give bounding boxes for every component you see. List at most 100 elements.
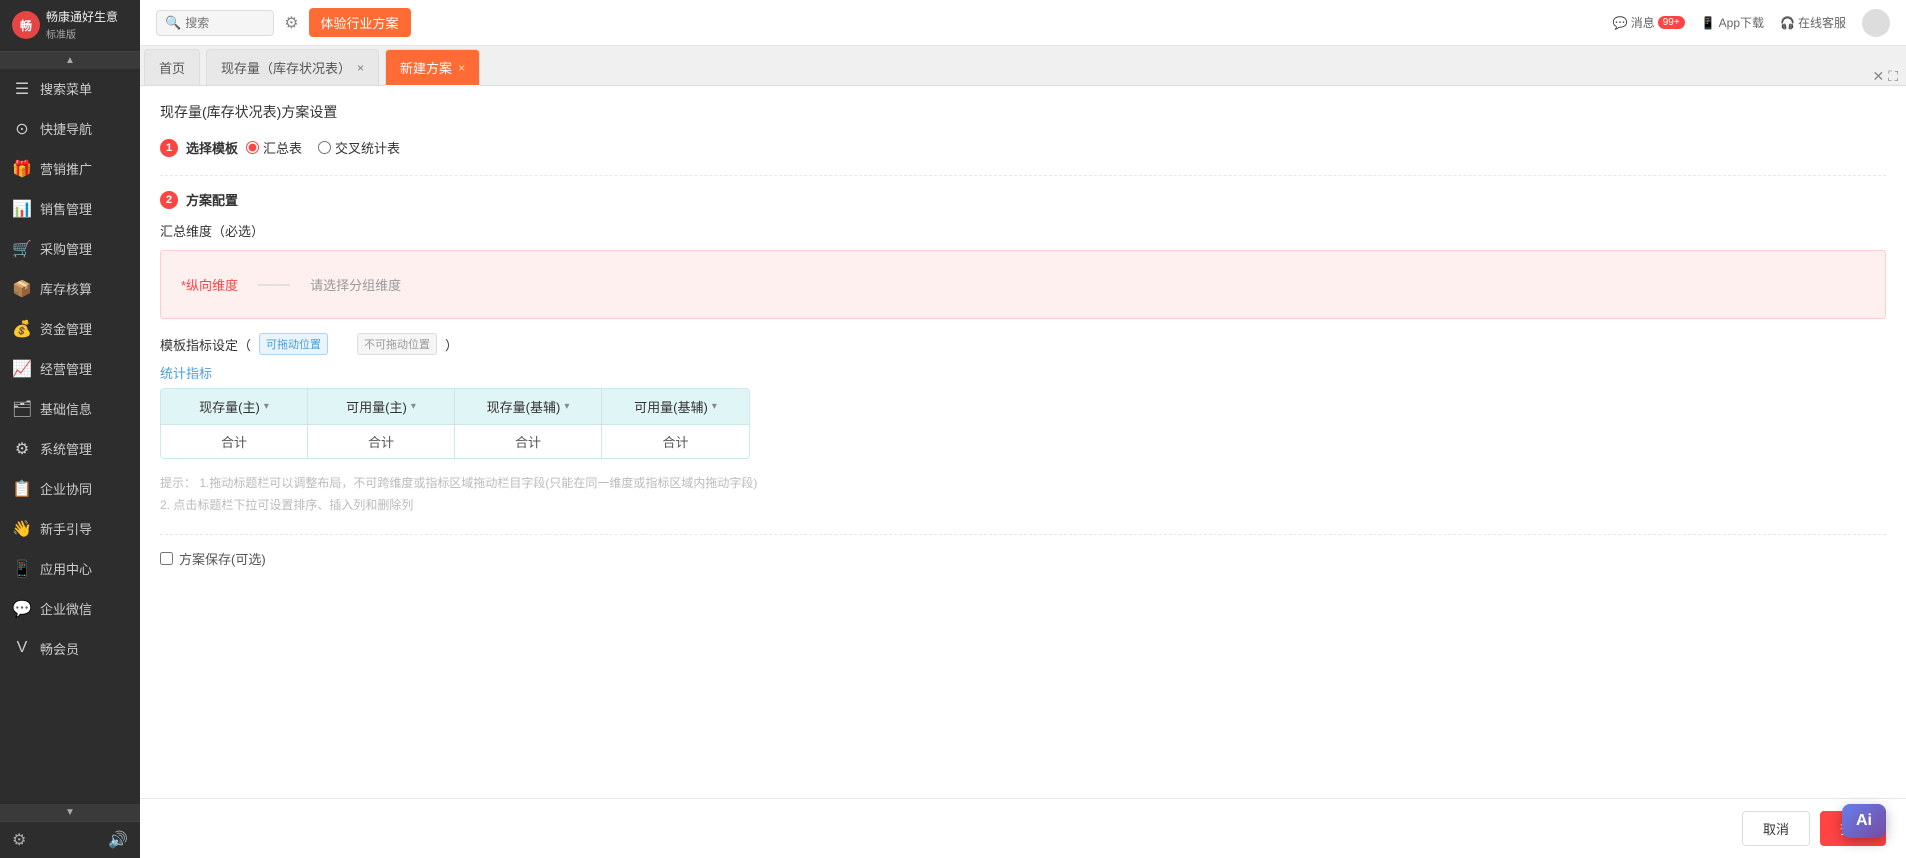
expand-panel-button[interactable]: ⛶: [1888, 68, 1898, 85]
tab-close-icon[interactable]: ×: [458, 61, 465, 75]
app-download-icon: 📱: [1701, 16, 1716, 30]
radio-cross[interactable]: 交叉统计表: [318, 138, 400, 157]
col-header-3[interactable]: 可用量(基辅) ▾: [602, 389, 749, 424]
sidebar-item-purchase[interactable]: 🛒 采购管理: [0, 229, 140, 269]
stats-table: 现存量(主) ▾ 可用量(主) ▾ 现存量(基辅) ▾: [160, 388, 750, 459]
col-sub-3: 合计: [602, 424, 749, 458]
col-header-1[interactable]: 可用量(主) ▾: [308, 389, 455, 424]
sidebar-item-label: 快捷导航: [40, 119, 92, 138]
sidebar-item-marketing[interactable]: 🎁 营销推广: [0, 149, 140, 189]
tip-2: 2. 点击标题栏下拉可设置排序、插入列和删除列: [160, 495, 1886, 517]
avatar[interactable]: [1862, 9, 1890, 37]
new-guide-icon: 👋: [12, 519, 32, 539]
sidebar-item-label: 企业协同: [40, 479, 92, 498]
summary-dim-title: 汇总维度（必选）: [160, 221, 1886, 240]
headset-icon: 🎧: [1780, 16, 1795, 30]
dimension-area[interactable]: *纵向维度 —— 请选择分组维度: [160, 250, 1886, 319]
purchase-icon: 🛒: [12, 239, 32, 259]
sidebar-item-membership[interactable]: V 畅会员: [0, 629, 140, 668]
app-name: 畅康通好生意: [46, 10, 118, 26]
sidebar: 畅 畅康通好生意 标准版 ▲ ☰ 搜索菜单 ⊙ 快捷导航 🎁 营销推广 📊 销售…: [0, 0, 140, 858]
col-label-2: 现存量(基辅): [487, 397, 561, 416]
marketing-icon: 🎁: [12, 159, 32, 179]
tab-close-icon[interactable]: ×: [357, 61, 364, 75]
cancel-button[interactable]: 取消: [1742, 811, 1810, 846]
app-version: 标准版: [46, 26, 118, 41]
sidebar-item-label: 基础信息: [40, 399, 92, 418]
tip-1: 提示： 1.拖动标题栏可以调整布局，不可跨维度或指标区域拖动栏目字段(只能在同一…: [160, 473, 1886, 495]
draggable-badge: 可拖动位置: [259, 333, 328, 355]
stats-table-body: 合计 合计 合计 合计: [161, 424, 749, 458]
radio-summary-label: 汇总表: [263, 138, 302, 157]
ai-float-button[interactable]: Ai: [1842, 804, 1886, 838]
message-icon: 💬: [1613, 16, 1628, 30]
sidebar-item-label: 新手引导: [40, 519, 92, 538]
sidebar-item-label: 营销推广: [40, 159, 92, 178]
app-center-icon: 📱: [12, 559, 32, 579]
vertical-dim-label: *纵向维度: [181, 275, 238, 294]
sidebar-item-label: 应用中心: [40, 559, 92, 578]
radio-cross-label: 交叉统计表: [335, 138, 400, 157]
col-sub-0: 合计: [161, 424, 308, 458]
sidebar-scroll-up[interactable]: ▲: [0, 52, 140, 69]
tab-inventory[interactable]: 现存量（库存状况表） ×: [206, 49, 379, 85]
sidebar-item-label: 采购管理: [40, 239, 92, 258]
sidebar-item-basic-info[interactable]: 🗂 基础信息: [0, 389, 140, 429]
finance-icon: 💰: [12, 319, 32, 339]
trial-button[interactable]: 体验行业方案: [309, 8, 411, 37]
indicator-separator: [336, 335, 349, 354]
sidebar-item-wechat[interactable]: 💬 企业微信: [0, 589, 140, 629]
tab-label: 现存量（库存状况表）: [221, 58, 351, 77]
tab-new-scheme[interactable]: 新建方案 ×: [385, 49, 480, 86]
stats-section: 统计指标 现存量(主) ▾ 可用量(主) ▾: [160, 363, 1886, 459]
step2-section: 2 方案配置 汇总维度（必选） *纵向维度 —— 请选择分组维度 模板指标设定（: [160, 190, 1886, 516]
radio-summary[interactable]: 汇总表: [246, 138, 302, 157]
message-count: 99+: [1658, 16, 1685, 29]
col-label-0: 现存量(主): [199, 397, 260, 416]
col-header-2[interactable]: 现存量(基辅) ▾: [455, 389, 602, 424]
divider1: [160, 175, 1886, 176]
app-download-label: App下载: [1719, 14, 1764, 31]
sidebar-item-label: 库存核算: [40, 279, 92, 298]
close-panel-button[interactable]: ✕: [1872, 68, 1884, 85]
audio-icon[interactable]: 🔊: [108, 830, 128, 850]
tabs-right: ✕ ⛶: [1872, 68, 1906, 85]
sidebar-item-label: 系统管理: [40, 439, 92, 458]
save-checkbox[interactable]: [160, 552, 173, 565]
search-box[interactable]: 🔍: [156, 10, 274, 36]
sidebar-item-finance[interactable]: 💰 资金管理: [0, 309, 140, 349]
sidebar-item-sales[interactable]: 📊 销售管理: [0, 189, 140, 229]
radio-summary-input[interactable]: [246, 141, 259, 154]
membership-icon: V: [12, 639, 32, 657]
indicator-settings-label: 模板指标设定（: [160, 335, 251, 354]
search-input[interactable]: [185, 16, 265, 30]
chevron-down-icon-0: ▾: [264, 401, 269, 412]
sidebar-item-label: 经营管理: [40, 359, 92, 378]
sidebar-item-system[interactable]: ⚙ 系统管理: [0, 429, 140, 469]
sidebar-item-label: 资金管理: [40, 319, 92, 338]
sidebar-scroll-down[interactable]: ▼: [0, 804, 140, 821]
col-label-3: 可用量(基辅): [634, 397, 708, 416]
sidebar-item-quick-nav[interactable]: ⊙ 快捷导航: [0, 109, 140, 149]
sales-icon: 📊: [12, 199, 32, 219]
settings-icon[interactable]: ⚙: [12, 830, 26, 850]
step2-number: 2: [160, 191, 178, 209]
basic-info-icon: 🗂: [12, 399, 32, 419]
sidebar-item-operations[interactable]: 📈 经营管理: [0, 349, 140, 389]
gear-icon[interactable]: ⚙: [284, 13, 298, 33]
radio-cross-input[interactable]: [318, 141, 331, 154]
online-service-badge[interactable]: 🎧 在线客服: [1780, 14, 1846, 31]
topbar-right: 💬 消息 99+ 📱 App下载 🎧 在线客服: [1613, 9, 1890, 37]
sidebar-item-inventory[interactable]: 📦 库存核算: [0, 269, 140, 309]
sidebar-item-enterprise[interactable]: 📋 企业协同: [0, 469, 140, 509]
inventory-icon: 📦: [12, 279, 32, 299]
col-header-0[interactable]: 现存量(主) ▾: [161, 389, 308, 424]
message-badge[interactable]: 💬 消息 99+: [1613, 14, 1685, 31]
step2-title: 方案配置: [186, 190, 238, 209]
sidebar-item-app-center[interactable]: 📱 应用中心: [0, 549, 140, 589]
sidebar-item-search-menu[interactable]: ☰ 搜索菜单: [0, 69, 140, 109]
tab-home[interactable]: 首页: [144, 49, 200, 85]
operations-icon: 📈: [12, 359, 32, 379]
sidebar-item-new-guide[interactable]: 👋 新手引导: [0, 509, 140, 549]
app-download-badge[interactable]: 📱 App下载: [1701, 14, 1764, 31]
